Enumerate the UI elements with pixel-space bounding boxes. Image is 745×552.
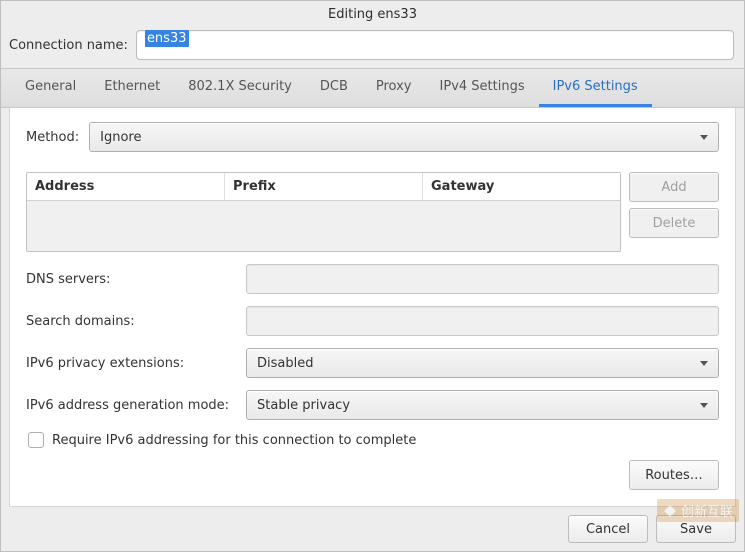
tab-bar: General Ethernet 802.1X Security DCB Pro… — [1, 68, 744, 108]
addresses-body[interactable] — [27, 201, 620, 251]
column-prefix[interactable]: Prefix — [225, 173, 423, 200]
dialog-footer: Cancel Save — [1, 507, 744, 551]
connection-name-label: Connection name: — [9, 38, 128, 53]
tab-dcb[interactable]: DCB — [306, 69, 362, 107]
chevron-down-icon — [700, 361, 708, 366]
cancel-button[interactable]: Cancel — [568, 515, 648, 543]
delete-address-button[interactable]: Delete — [629, 208, 719, 238]
ipv6-addrgen-label: IPv6 address generation mode: — [26, 398, 236, 413]
require-ipv6-label: Require IPv6 addressing for this connect… — [52, 433, 416, 448]
ipv6-addrgen-value: Stable privacy — [257, 398, 350, 413]
method-value: Ignore — [100, 130, 141, 145]
tab-ipv6-settings[interactable]: IPv6 Settings — [539, 69, 652, 107]
chevron-down-icon — [700, 403, 708, 408]
tab-ipv4-settings[interactable]: IPv4 Settings — [426, 69, 539, 107]
connection-name-value: ens33 — [145, 30, 189, 47]
logo-icon — [663, 504, 677, 518]
method-label: Method: — [26, 130, 79, 145]
addresses-table: Address Prefix Gateway — [26, 172, 621, 252]
window-root: Editing ens33 Connection name: ens33 Gen… — [0, 0, 745, 552]
chevron-down-icon — [700, 135, 708, 140]
tab-proxy[interactable]: Proxy — [362, 69, 426, 107]
require-ipv6-checkbox[interactable] — [28, 432, 44, 448]
column-address[interactable]: Address — [27, 173, 225, 200]
connection-name-input[interactable]: ens33 — [136, 30, 734, 60]
dns-servers-label: DNS servers: — [26, 272, 236, 287]
ipv6-privacy-select[interactable]: Disabled — [246, 348, 719, 378]
window-title: Editing ens33 — [1, 1, 744, 26]
add-address-button[interactable]: Add — [629, 172, 719, 202]
tab-8021x-security[interactable]: 802.1X Security — [174, 69, 306, 107]
dns-servers-input[interactable] — [246, 264, 719, 294]
watermark: 创新互联 — [657, 499, 739, 522]
search-domains-input[interactable] — [246, 306, 719, 336]
tab-ethernet[interactable]: Ethernet — [90, 69, 174, 107]
ipv6-privacy-label: IPv6 privacy extensions: — [26, 356, 236, 371]
ipv6-privacy-value: Disabled — [257, 356, 313, 371]
column-gateway[interactable]: Gateway — [423, 173, 620, 200]
method-select[interactable]: Ignore — [89, 122, 719, 152]
routes-button[interactable]: Routes… — [629, 460, 719, 490]
tab-general[interactable]: General — [11, 69, 90, 107]
ipv6-addrgen-select[interactable]: Stable privacy — [246, 390, 719, 420]
ipv6-settings-panel: Method: Ignore Address Prefix Gateway Ad… — [9, 108, 736, 507]
watermark-text: 创新互联 — [681, 501, 733, 520]
search-domains-label: Search domains: — [26, 314, 236, 329]
